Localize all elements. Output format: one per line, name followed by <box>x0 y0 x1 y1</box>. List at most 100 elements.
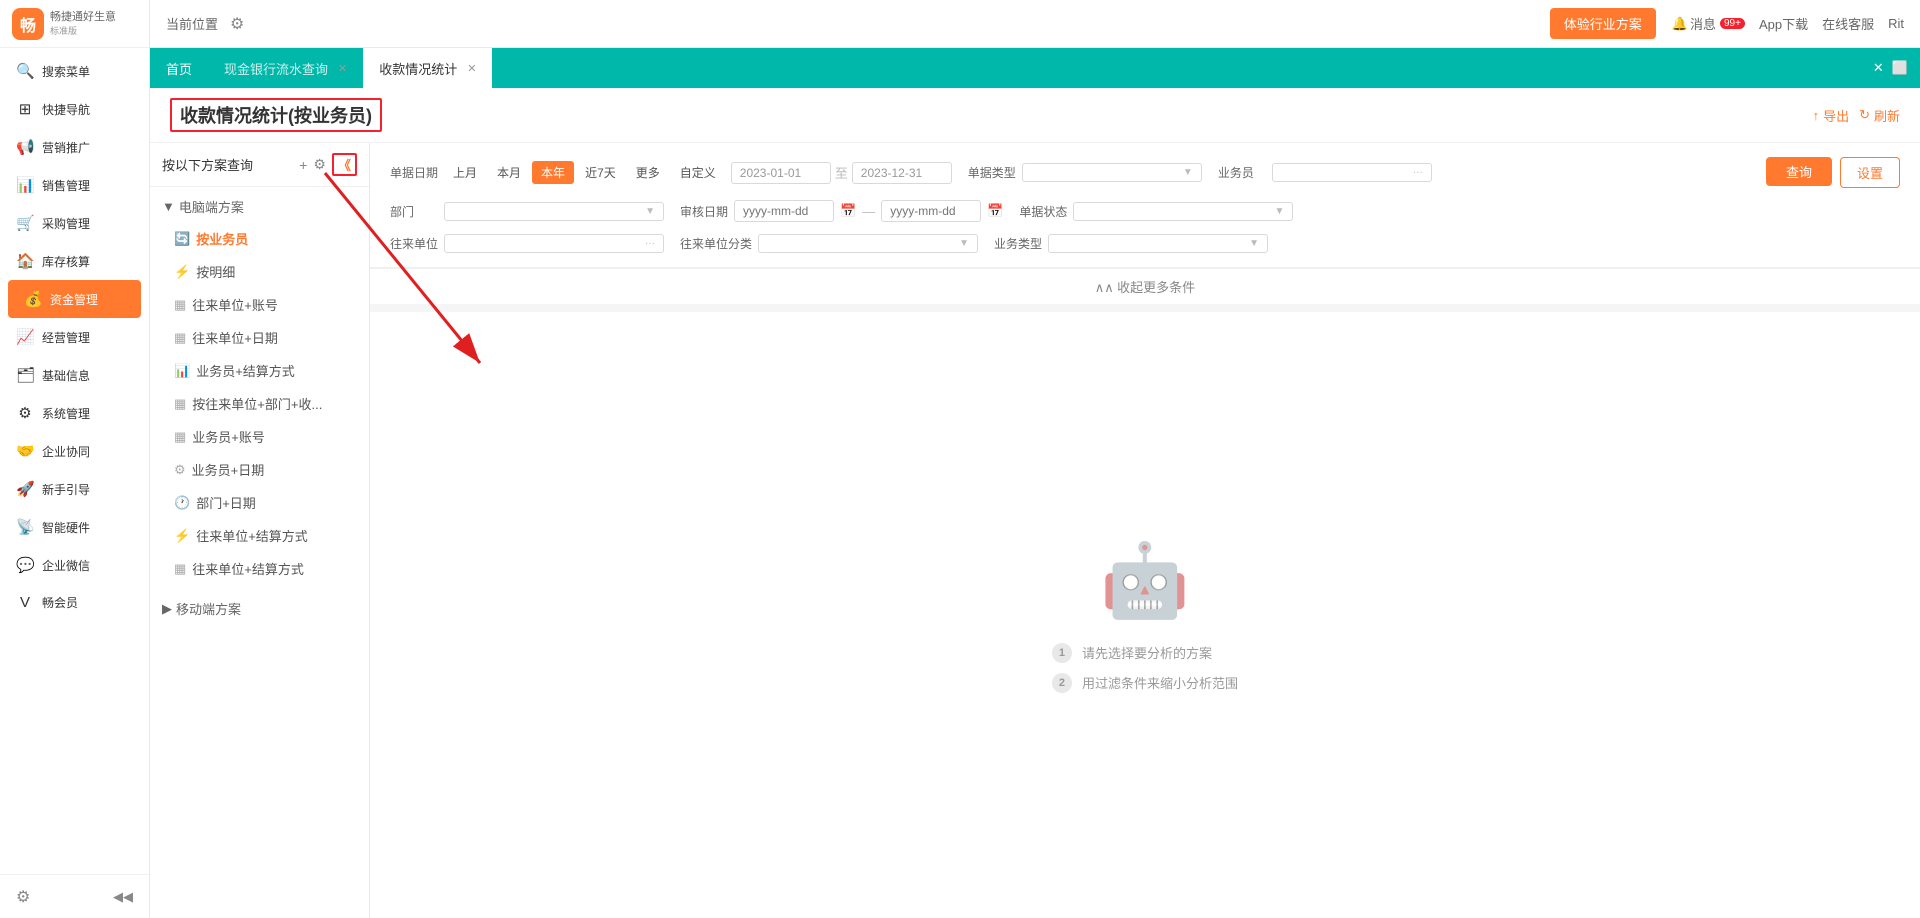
business-type-select[interactable]: ▼ <box>1048 234 1268 253</box>
purchase-icon: 🛒 <box>16 214 34 232</box>
sidebar-item-inventory[interactable]: 🏠 库存核算 <box>0 242 149 280</box>
online-service[interactable]: 在线客服 <box>1822 14 1874 33</box>
step-num-2: 2 <box>1052 673 1072 693</box>
collapse-button[interactable]: ∧∧ 收起更多条件 <box>370 268 1920 304</box>
counterpart-select[interactable]: ··· <box>444 234 664 253</box>
sidebar-label-member: 畅会员 <box>42 594 78 611</box>
notification-label: 消息 <box>1690 14 1716 33</box>
tree-item-partner-settle1[interactable]: ⚡ 往来单位+结算方式 <box>150 519 369 552</box>
tree-item-icon-9: ⚡ <box>174 528 190 544</box>
app-download[interactable]: App下载 <box>1759 14 1808 33</box>
tree-item-label-2: 往来单位+账号 <box>192 295 278 314</box>
panel-settings-icon[interactable]: ⚙ <box>313 156 326 173</box>
sidebar-item-sales[interactable]: 📊 销售管理 <box>0 166 149 204</box>
right-panel: 单据日期 上月 本月 本年 近7天 更多 自定义 至 <box>370 143 1920 918</box>
sidebar-label-sales: 销售管理 <box>42 177 90 194</box>
review-date-to-cal-icon[interactable]: 📅 <box>987 203 1003 219</box>
tree-item-detail[interactable]: ⚡ 按明细 <box>150 255 369 288</box>
tree-item-salesperson-settle[interactable]: 📊 业务员+结算方式 <box>150 354 369 387</box>
tree-item-partner-dept[interactable]: ▦ 按往来单位+部门+收... <box>150 387 369 420</box>
sidebar-item-wechat[interactable]: 💬 企业微信 <box>0 546 149 584</box>
tab-collection-close[interactable]: ✕ <box>467 62 476 75</box>
tree-item-partner-date[interactable]: ▦ 往来单位+日期 <box>150 321 369 354</box>
window-close-icon[interactable]: ✕ <box>1873 60 1884 76</box>
dept-select[interactable]: ▼ <box>444 202 664 221</box>
tabbar: 首页 现金银行流水查询 ✕ 收款情况统计 ✕ ✕ ⬜ <box>150 48 1920 88</box>
query-button[interactable]: 查询 <box>1766 157 1832 186</box>
sidebar-item-hardware[interactable]: 📡 智能硬件 <box>0 508 149 546</box>
sidebar-item-finance[interactable]: 💰 资金管理 <box>8 280 141 318</box>
tab-bank[interactable]: 现金银行流水查询 ✕ <box>208 48 363 88</box>
sidebar-logo: 畅 畅捷通好生意 标准版 <box>0 0 149 48</box>
tree-item-salesperson[interactable]: 🔄 按业务员 <box>150 222 369 255</box>
tree-item-salesperson-date[interactable]: ⚙ 业务员+日期 <box>150 453 369 486</box>
date-tab-this-month[interactable]: 本月 <box>488 161 530 184</box>
notification-badge: 99+ <box>1720 18 1745 29</box>
sidebar-label-quicknav: 快捷导航 <box>42 101 90 118</box>
review-date-cal-icon[interactable]: 📅 <box>840 203 856 219</box>
date-tab-this-year[interactable]: 本年 <box>532 161 574 184</box>
tree-item-label-3: 往来单位+日期 <box>192 328 278 347</box>
trial-button[interactable]: 体验行业方案 <box>1550 8 1656 39</box>
user-name[interactable]: Rit <box>1888 16 1904 31</box>
review-date-dash: — <box>862 204 875 219</box>
panel-collapse-icon[interactable]: 《 <box>332 153 357 176</box>
tree-item-partner-settle2[interactable]: ▦ 往来单位+结算方式 <box>150 552 369 585</box>
review-date-from[interactable] <box>734 200 834 222</box>
tree-item-salesperson-account[interactable]: ▦ 业务员+账号 <box>150 420 369 453</box>
settings-button[interactable]: 设置 <box>1840 157 1900 188</box>
sidebar-item-quicknav[interactable]: ⊞ 快捷导航 <box>0 90 149 128</box>
sidebar-item-guide[interactable]: 🚀 新手引导 <box>0 470 149 508</box>
notification-group[interactable]: 🔔 消息 99+ <box>1672 14 1745 33</box>
refresh-button[interactable]: ↻ 刷新 <box>1859 106 1900 125</box>
tree-item-icon-4: 📊 <box>174 363 190 379</box>
tree-item-dept-date[interactable]: 🕐 部门+日期 <box>150 486 369 519</box>
app-badge: 标准版 <box>50 24 116 37</box>
sidebar-settings-icon[interactable]: ⚙ <box>16 887 30 907</box>
sidebar-item-purchase[interactable]: 🛒 采购管理 <box>0 204 149 242</box>
topbar-settings-icon[interactable]: ⚙ <box>230 14 244 34</box>
sidebar-collapse-icon[interactable]: ◀◀ <box>113 889 133 905</box>
sidebar-item-marketing[interactable]: 📢 营销推广 <box>0 128 149 166</box>
sidebar-item-search[interactable]: 🔍 搜索菜单 <box>0 52 149 90</box>
sidebar-item-operation[interactable]: 📈 经营管理 <box>0 318 149 356</box>
window-maximize-icon[interactable]: ⬜ <box>1892 60 1908 76</box>
counterpart-category-arrow: ▼ <box>959 238 969 249</box>
system-icon: ⚙ <box>16 404 34 422</box>
collapse-label: 收起更多条件 <box>1117 280 1195 295</box>
salesperson-select[interactable]: ··· <box>1272 163 1432 182</box>
sidebar-item-system[interactable]: ⚙ 系统管理 <box>0 394 149 432</box>
tree-item-partner-account[interactable]: ▦ 往来单位+账号 <box>150 288 369 321</box>
date-from-input[interactable] <box>731 162 831 184</box>
tree-group-mobile[interactable]: ▶ 移动端方案 <box>150 593 369 624</box>
data-area: 🤖 1 请先选择要分析的方案 2 用过滤条件来缩小分析范围 <box>370 312 1920 918</box>
date-tab-custom[interactable]: 自定义 <box>671 161 725 184</box>
panel-add-icon[interactable]: + <box>299 157 307 173</box>
counterpart-more-icon[interactable]: ··· <box>645 238 655 249</box>
tab-collection[interactable]: 收款情况统计 ✕ <box>363 48 492 88</box>
review-date-to[interactable] <box>881 200 981 222</box>
date-tab-last-month[interactable]: 上月 <box>444 161 486 184</box>
doctype-select[interactable]: ▼ <box>1022 163 1202 182</box>
page-title: 收款情况统计(按业务员) <box>170 98 382 132</box>
sidebar-item-enterprise[interactable]: 🤝 企业协同 <box>0 432 149 470</box>
counterpart-category-select[interactable]: ▼ <box>758 234 978 253</box>
docstatus-select[interactable]: ▼ <box>1073 202 1293 221</box>
sidebar-item-member[interactable]: V 畅会员 <box>0 584 149 621</box>
breadcrumb: 当前位置 <box>166 14 218 33</box>
sidebar-item-basicinfo[interactable]: 🗂 基础信息 <box>0 356 149 394</box>
date-tab-7days[interactable]: 近7天 <box>576 161 625 184</box>
date-label: 单据日期 <box>390 164 438 181</box>
marketing-icon: 📢 <box>16 138 34 156</box>
tab-home[interactable]: 首页 <box>150 48 208 88</box>
sidebar-label-search: 搜索菜单 <box>42 63 90 80</box>
date-to-input[interactable] <box>852 162 952 184</box>
filter-row-3: 往来单位 ··· 往来单位分类 ▼ <box>390 234 1900 253</box>
export-button[interactable]: ↑ 导出 <box>1813 106 1850 125</box>
tab-bank-close[interactable]: ✕ <box>338 62 347 75</box>
tree-group-desktop[interactable]: ▼ 电脑端方案 <box>150 191 369 222</box>
quicknav-icon: ⊞ <box>16 100 34 118</box>
topbar-right: 体验行业方案 🔔 消息 99+ App下载 在线客服 Rit <box>1550 8 1904 39</box>
filter-field-docstatus: 单据状态 ▼ <box>1019 202 1293 221</box>
date-tab-more[interactable]: 更多 <box>627 161 669 184</box>
